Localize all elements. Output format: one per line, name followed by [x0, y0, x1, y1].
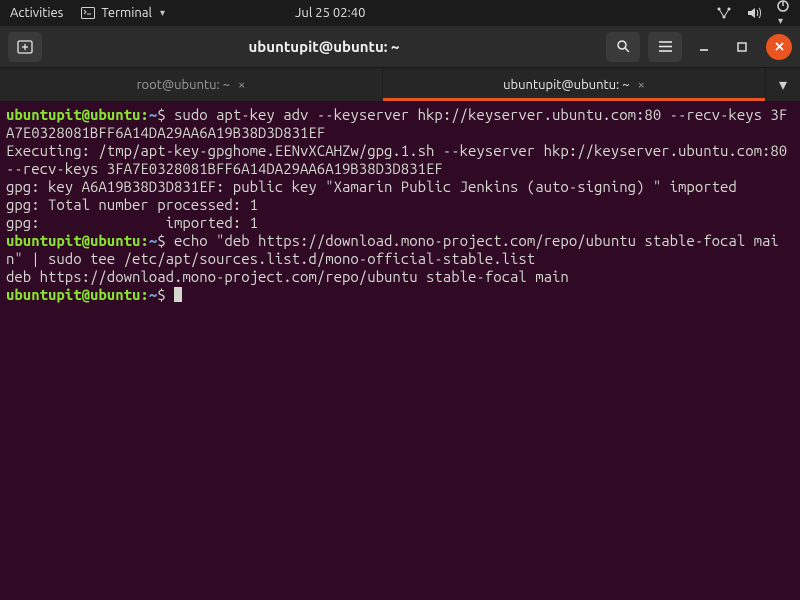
window-titlebar: ubuntupit@ubuntu: ~ [0, 26, 800, 68]
hamburger-menu-button[interactable] [648, 32, 682, 62]
maximize-button[interactable] [728, 32, 756, 62]
tab-close-icon[interactable]: × [638, 78, 645, 92]
sound-icon[interactable] [746, 6, 762, 20]
app-menu-terminal[interactable]: Terminal [81, 6, 165, 20]
terminal-window: ubuntupit@ubuntu: ~ root@ubuntu: ~ × ubu… [0, 26, 800, 600]
window-title: ubuntupit@ubuntu: ~ [50, 38, 598, 55]
chevron-down-icon: ▾ [779, 75, 787, 94]
activities-button[interactable]: Activities [10, 6, 63, 20]
app-menu-label: Terminal [101, 6, 152, 20]
tab-ubuntupit[interactable]: ubuntupit@ubuntu: ~ × [383, 68, 766, 101]
close-button[interactable] [766, 34, 792, 60]
terminal-app-icon [81, 7, 95, 19]
tab-strip: root@ubuntu: ~ × ubuntupit@ubuntu: ~ × ▾ [0, 68, 800, 102]
tab-root[interactable]: root@ubuntu: ~ × [0, 68, 383, 101]
tab-dropdown-button[interactable]: ▾ [766, 68, 800, 101]
new-tab-button[interactable] [8, 32, 42, 62]
search-button[interactable] [606, 32, 640, 62]
terminal-viewport[interactable]: ubuntupit@ubuntu:~$ sudo apt-key adv --k… [0, 102, 800, 600]
clock[interactable]: Jul 25 02:40 [183, 6, 478, 20]
network-icon[interactable] [716, 6, 732, 20]
tab-label: root@ubuntu: ~ [137, 78, 230, 92]
gnome-top-bar: Activities Terminal Jul 25 02:40 [0, 0, 800, 26]
cursor [174, 287, 182, 302]
tab-label: ubuntupit@ubuntu: ~ [503, 78, 629, 92]
tab-close-icon[interactable]: × [238, 78, 245, 92]
power-menu-icon[interactable] [776, 0, 790, 27]
minimize-button[interactable] [690, 32, 718, 62]
